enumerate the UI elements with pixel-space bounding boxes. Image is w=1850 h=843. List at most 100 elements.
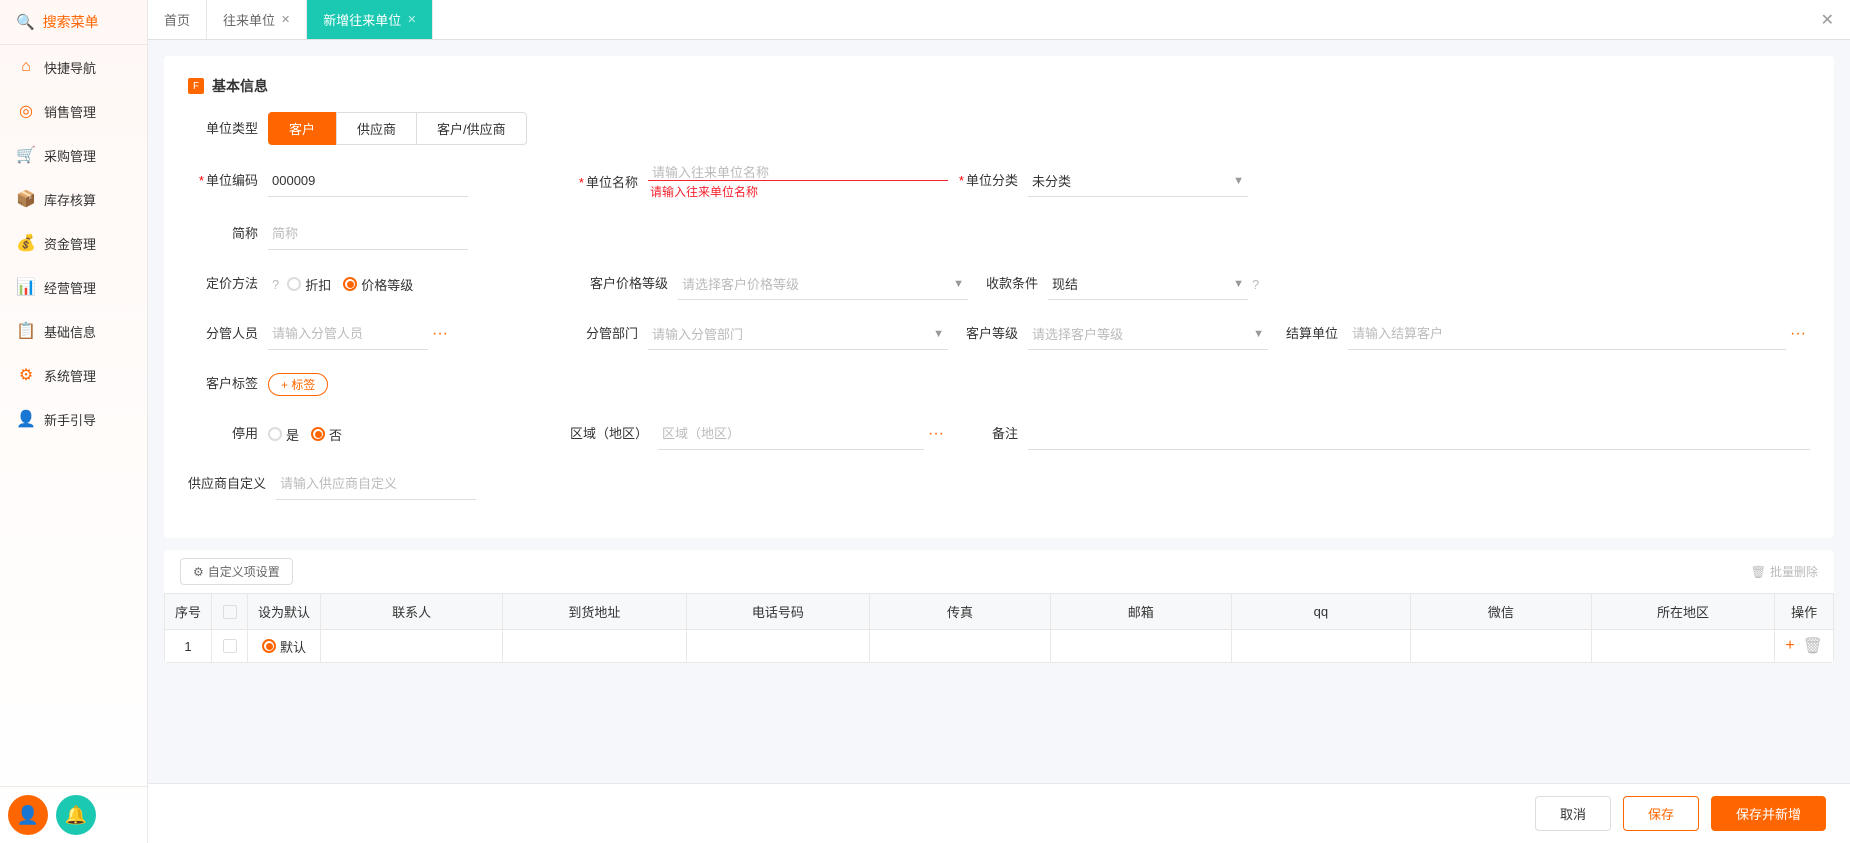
payment-terms-select[interactable]: 现结 ▼ [1048, 268, 1248, 300]
save-new-button[interactable]: 保存并新增 [1711, 796, 1826, 831]
payment-help-icon[interactable]: ? [1252, 277, 1259, 292]
section-title: 基本信息 [212, 76, 268, 96]
remark-input[interactable] [1028, 418, 1810, 450]
save-button[interactable]: 保存 [1623, 796, 1699, 831]
unit-code-input[interactable] [268, 165, 468, 197]
short-name-label: 简称 [188, 218, 268, 250]
disable-no-circle [311, 427, 325, 441]
row-wechat[interactable] [1411, 630, 1592, 663]
sidebar-item-guide[interactable]: 👤新手引导 [0, 397, 147, 441]
discount-radio-circle [287, 277, 301, 291]
row-address[interactable] [503, 630, 687, 663]
sidebar-item-sales[interactable]: ◎销售管理 [0, 89, 147, 133]
table-toolbar: ⚙ 自定义项设置 🗑 批量删除 [164, 550, 1834, 593]
qq-input[interactable] [1242, 639, 1400, 654]
search-icon: 🔍 [16, 13, 35, 31]
department-select[interactable]: 请输入分管部门 ▼ [648, 318, 948, 350]
gear-icon: ⚙ [193, 565, 204, 579]
disable-label: 停用 [188, 418, 268, 450]
col-address: 到货地址 [503, 594, 687, 630]
remark-label: 备注 [948, 418, 1028, 450]
phone-input[interactable] [697, 639, 860, 654]
operations-icon: 📊 [16, 277, 36, 297]
tab-home-label: 首页 [164, 10, 190, 29]
row-fax[interactable] [870, 630, 1051, 663]
sidebar-item-finance[interactable]: 💰资金管理 [0, 221, 147, 265]
short-name-input[interactable] [268, 218, 468, 250]
row-default-radio[interactable]: 默认 [258, 637, 310, 656]
system-icon: ⚙ [16, 365, 36, 385]
col-fax: 传真 [870, 594, 1051, 630]
supplier-custom-input[interactable] [276, 468, 476, 500]
sidebar-search[interactable]: 🔍 搜索菜单 [0, 0, 147, 45]
select-all-checkbox[interactable] [223, 605, 237, 619]
sidebar-item-purchase[interactable]: 🛒采购管理 [0, 133, 147, 177]
row-phone[interactable] [686, 630, 870, 663]
customer-price-arrow: ▼ [953, 278, 964, 290]
region-input[interactable] [658, 418, 924, 450]
batch-delete-button[interactable]: 🗑 批量删除 [1751, 563, 1818, 580]
tab-bar: 首页 往来单位 ✕ 新增往来单位 ✕ ✕ [148, 0, 1850, 40]
delete-row-btn[interactable]: 🗑 [1803, 636, 1823, 656]
add-row-btn[interactable]: + [1785, 637, 1794, 655]
contact-table: 序号 设为默认 联系人 到货地址 电话号码 传真 邮箱 qq 微信 所在地区 操… [164, 593, 1834, 663]
row-region-input[interactable] [1602, 639, 1765, 654]
row-qq[interactable] [1231, 630, 1410, 663]
form-row-7: 供应商自定义 [188, 468, 1810, 500]
custom-settings-button[interactable]: ⚙ 自定义项设置 [180, 558, 293, 585]
section-icon: F [188, 78, 204, 94]
row-contact[interactable] [321, 630, 503, 663]
manager-more-btn[interactable]: ··· [428, 325, 452, 343]
tab-home[interactable]: 首页 [148, 0, 207, 39]
customer-price-level-label: 客户价格等级 [588, 268, 678, 300]
unit-type-both[interactable]: 客户/供应商 [417, 112, 527, 145]
user-avatar[interactable]: 👤 [8, 795, 48, 835]
tag-add-button[interactable]: + 标签 [268, 373, 328, 396]
table-row: 1 默认 [165, 630, 1834, 663]
email-input[interactable] [1061, 639, 1221, 654]
main-area: 首页 往来单位 ✕ 新增往来单位 ✕ ✕ F 基本信息 单位类型 客户 供应商 … [148, 0, 1850, 843]
sidebar-item-system[interactable]: ⚙系统管理 [0, 353, 147, 397]
section-header: F 基本信息 [188, 76, 1810, 96]
customer-price-level-select[interactable]: 请选择客户价格等级 ▼ [678, 268, 968, 300]
region-more-btn[interactable]: ··· [924, 425, 948, 443]
form-row-5: 客户标签 + 标签 [188, 368, 1810, 400]
customer-level-arrow: ▼ [1253, 328, 1264, 340]
contact-input[interactable] [331, 639, 492, 654]
unit-type-supplier[interactable]: 供应商 [336, 112, 417, 145]
row-region[interactable] [1591, 630, 1775, 663]
pricing-discount-radio[interactable]: 折扣 [287, 275, 331, 294]
tab-new-partner-close[interactable]: ✕ [407, 13, 416, 26]
unit-name-input[interactable] [648, 165, 948, 181]
pricing-level-radio[interactable]: 价格等级 [343, 275, 413, 294]
manager-input[interactable] [268, 318, 428, 350]
disable-yes-radio[interactable]: 是 [268, 425, 299, 444]
settlement-unit-input[interactable] [1348, 318, 1786, 350]
pricing-help-icon[interactable]: ? [272, 277, 279, 292]
wechat-input[interactable] [1421, 639, 1581, 654]
row-default: 默认 [248, 630, 321, 663]
address-input[interactable] [513, 639, 676, 654]
col-default: 设为默认 [248, 594, 321, 630]
tab-partners-close[interactable]: ✕ [281, 13, 290, 26]
quick-nav-icon: ⌂ [16, 57, 36, 77]
sidebar-item-quick-nav[interactable]: ⌂快捷导航 [0, 45, 147, 89]
cancel-button[interactable]: 取消 [1535, 796, 1611, 831]
sidebar-item-inventory[interactable]: 📦库存核算 [0, 177, 147, 221]
tab-partners[interactable]: 往来单位 ✕ [207, 0, 307, 39]
unit-type-row: 单位类型 客户 供应商 客户/供应商 [188, 112, 1810, 145]
disable-no-radio[interactable]: 否 [311, 425, 342, 444]
settlement-more-btn[interactable]: ··· [1786, 325, 1810, 343]
row-checkbox[interactable] [223, 639, 237, 653]
notification-icon[interactable]: 🔔 [56, 795, 96, 835]
sidebar-item-basic[interactable]: 📋基础信息 [0, 309, 147, 353]
unit-type-customer[interactable]: 客户 [268, 112, 336, 145]
fax-input[interactable] [880, 639, 1040, 654]
unit-category-select[interactable]: 未分类 ▼ [1028, 165, 1248, 197]
sidebar-item-operations[interactable]: 📊经营管理 [0, 265, 147, 309]
row-email[interactable] [1050, 630, 1231, 663]
customer-level-select[interactable]: 请选择客户等级 ▼ [1028, 318, 1268, 350]
tab-new-partner[interactable]: 新增往来单位 ✕ [307, 0, 433, 39]
window-close-button[interactable]: ✕ [1805, 10, 1850, 30]
settlement-unit-label: 结算单位 [1268, 318, 1348, 350]
